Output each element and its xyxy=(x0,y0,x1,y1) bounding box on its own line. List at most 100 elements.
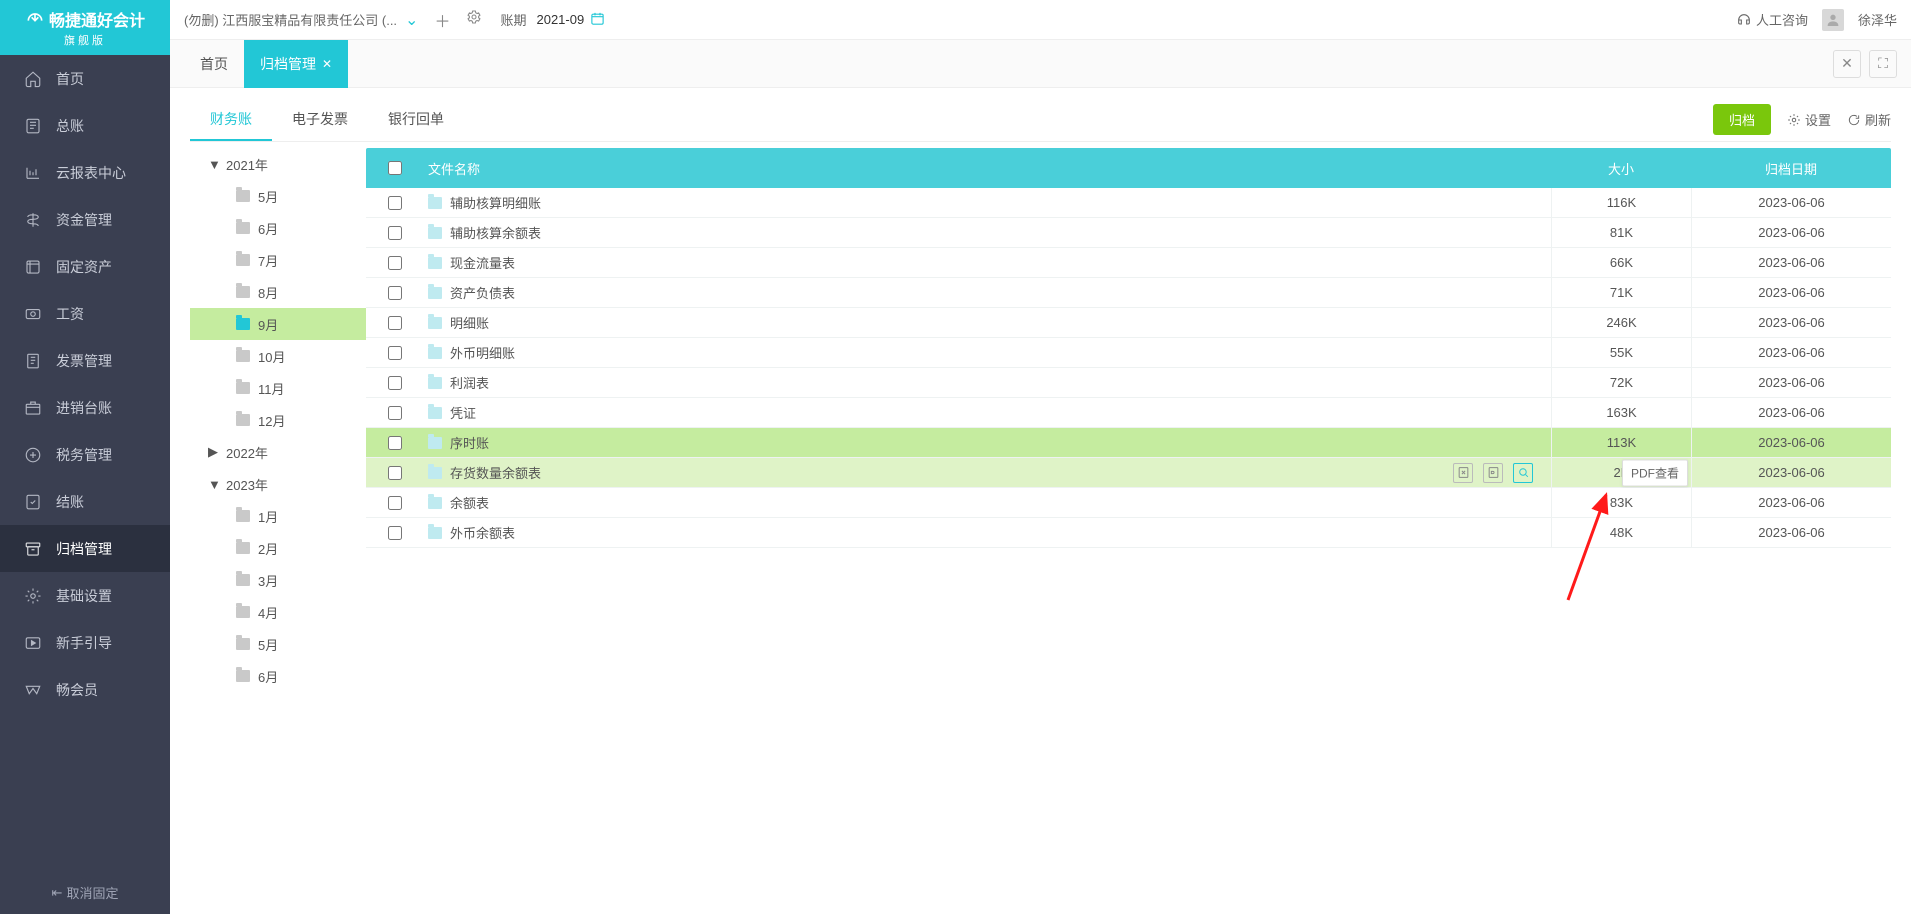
calendar-icon[interactable] xyxy=(590,11,605,29)
chevron-down-icon[interactable]: ⌄ xyxy=(405,10,418,30)
sub-tabbar: 财务账电子发票银行回单 归档 设置 刷新 xyxy=(190,106,1891,142)
subtab-2[interactable]: 银行回单 xyxy=(368,109,464,141)
nav-item-7[interactable]: 进销台账 xyxy=(0,384,170,431)
table-row[interactable]: 明细账 246K 2023-06-06 xyxy=(366,308,1891,338)
nav-item-0[interactable]: 首页 xyxy=(0,55,170,102)
tree-month-2-0[interactable]: 1月 xyxy=(190,500,366,532)
table-row[interactable]: 现金流量表 66K 2023-06-06 xyxy=(366,248,1891,278)
avatar[interactable] xyxy=(1822,9,1844,31)
col-name: 文件名称 xyxy=(424,159,1551,178)
file-size: 72K xyxy=(1551,368,1691,397)
tab-1[interactable]: 归档管理✕ xyxy=(244,40,348,88)
subtab-1[interactable]: 电子发票 xyxy=(272,109,368,141)
sidebar-footer-label: 取消固定 xyxy=(66,883,118,902)
nav-item-6[interactable]: 发票管理 xyxy=(0,337,170,384)
period-label: 账期 xyxy=(500,10,526,29)
consult-link[interactable]: 人工咨询 xyxy=(1736,10,1808,29)
edition-label: 旗舰版 xyxy=(64,32,106,48)
nav-item-13[interactable]: 畅会员 xyxy=(0,666,170,713)
nav-item-10[interactable]: 归档管理 xyxy=(0,525,170,572)
table-row[interactable]: 外币余额表 48K 2023-06-06 xyxy=(366,518,1891,548)
table-row[interactable]: 资产负债表 71K 2023-06-06 xyxy=(366,278,1891,308)
nav-item-8[interactable]: 税务管理 xyxy=(0,431,170,478)
month-label: 7月 xyxy=(258,251,278,270)
folder-icon xyxy=(428,287,442,299)
tab-0[interactable]: 首页 xyxy=(184,40,244,88)
company-selector[interactable]: (勿删) 江西服宝精品有限责任公司 (... xyxy=(184,10,397,29)
download-pdf-icon[interactable] xyxy=(1483,463,1503,483)
tree-month-0-1[interactable]: 6月 xyxy=(190,212,366,244)
row-checkbox[interactable] xyxy=(388,316,402,330)
archive-button[interactable]: 归档 xyxy=(1713,104,1771,135)
select-all-checkbox[interactable] xyxy=(388,161,402,175)
table-row[interactable]: 存货数量余额表 PDF查看 2K 2023-06-06 xyxy=(366,458,1891,488)
table-row[interactable]: 凭证 163K 2023-06-06 xyxy=(366,398,1891,428)
row-checkbox[interactable] xyxy=(388,196,402,210)
tree-year-1[interactable]: ▶2022年 xyxy=(190,436,366,468)
row-checkbox[interactable] xyxy=(388,376,402,390)
download-excel-icon[interactable] xyxy=(1453,463,1473,483)
file-size: 66K xyxy=(1551,248,1691,277)
nav-item-11[interactable]: 基础设置 xyxy=(0,572,170,619)
row-checkbox[interactable] xyxy=(388,436,402,450)
view-pdf-icon[interactable] xyxy=(1513,463,1533,483)
row-checkbox[interactable] xyxy=(388,256,402,270)
period-value[interactable]: 2021-09 xyxy=(536,12,584,27)
settings-link[interactable]: 设置 xyxy=(1787,110,1831,129)
tree-month-0-0[interactable]: 5月 xyxy=(190,180,366,212)
file-size: 81K xyxy=(1551,218,1691,247)
period-tree: ▼2021年5月6月7月8月9月10月11月12月▶2022年▼2023年1月2… xyxy=(190,148,366,904)
row-checkbox[interactable] xyxy=(388,496,402,510)
row-checkbox[interactable] xyxy=(388,286,402,300)
refresh-link[interactable]: 刷新 xyxy=(1847,110,1891,129)
tree-month-2-1[interactable]: 2月 xyxy=(190,532,366,564)
nav-item-3[interactable]: 资金管理 xyxy=(0,196,170,243)
folder-icon xyxy=(428,467,442,479)
close-all-tabs-button[interactable]: ✕ xyxy=(1833,50,1861,78)
nav-item-5[interactable]: 工资 xyxy=(0,290,170,337)
tree-month-0-4[interactable]: 9月 xyxy=(190,308,366,340)
folder-icon xyxy=(236,350,250,362)
tree-month-2-3[interactable]: 4月 xyxy=(190,596,366,628)
tree-month-2-5[interactable]: 6月 xyxy=(190,660,366,692)
table-row[interactable]: 余额表 83K 2023-06-06 xyxy=(366,488,1891,518)
nav-label: 总账 xyxy=(56,116,84,136)
nav-label: 固定资产 xyxy=(56,257,112,277)
tree-month-0-3[interactable]: 8月 xyxy=(190,276,366,308)
tree-month-2-4[interactable]: 5月 xyxy=(190,628,366,660)
row-checkbox[interactable] xyxy=(388,226,402,240)
tree-month-0-5[interactable]: 10月 xyxy=(190,340,366,372)
subtab-0[interactable]: 财务账 xyxy=(190,109,272,141)
close-icon[interactable]: ✕ xyxy=(322,57,332,71)
nav-item-4[interactable]: 固定资产 xyxy=(0,243,170,290)
table-row[interactable]: 辅助核算余额表 81K 2023-06-06 xyxy=(366,218,1891,248)
file-name: 资产负债表 xyxy=(450,283,515,302)
tree-year-0[interactable]: ▼2021年 xyxy=(190,148,366,180)
tree-month-2-2[interactable]: 3月 xyxy=(190,564,366,596)
guide-icon xyxy=(24,634,42,652)
sidebar-pin-toggle[interactable]: ⇤ 取消固定 xyxy=(0,883,170,902)
table-row[interactable]: 利润表 72K 2023-06-06 xyxy=(366,368,1891,398)
tree-month-0-2[interactable]: 7月 xyxy=(190,244,366,276)
row-checkbox[interactable] xyxy=(388,466,402,480)
username[interactable]: 徐泽华 xyxy=(1858,10,1897,29)
company-settings-button[interactable] xyxy=(466,9,482,30)
table-row[interactable]: 序时账 113K 2023-06-06 xyxy=(366,428,1891,458)
tree-month-0-6[interactable]: 11月 xyxy=(190,372,366,404)
row-checkbox[interactable] xyxy=(388,346,402,360)
nav-item-2[interactable]: 云报表中心 xyxy=(0,149,170,196)
tree-month-0-7[interactable]: 12月 xyxy=(190,404,366,436)
nav-item-1[interactable]: 总账 xyxy=(0,102,170,149)
nav-label: 资金管理 xyxy=(56,210,112,230)
pdf-view-tooltip: PDF查看 xyxy=(1622,459,1688,486)
tree-year-2[interactable]: ▼2023年 xyxy=(190,468,366,500)
folder-icon xyxy=(236,382,250,394)
add-company-button[interactable]: ＋ xyxy=(434,8,450,32)
row-checkbox[interactable] xyxy=(388,406,402,420)
fullscreen-button[interactable]: ⛶ xyxy=(1869,50,1897,78)
row-checkbox[interactable] xyxy=(388,526,402,540)
nav-item-9[interactable]: 结账 xyxy=(0,478,170,525)
table-row[interactable]: 辅助核算明细账 116K 2023-06-06 xyxy=(366,188,1891,218)
nav-item-12[interactable]: 新手引导 xyxy=(0,619,170,666)
table-row[interactable]: 外币明细账 55K 2023-06-06 xyxy=(366,338,1891,368)
